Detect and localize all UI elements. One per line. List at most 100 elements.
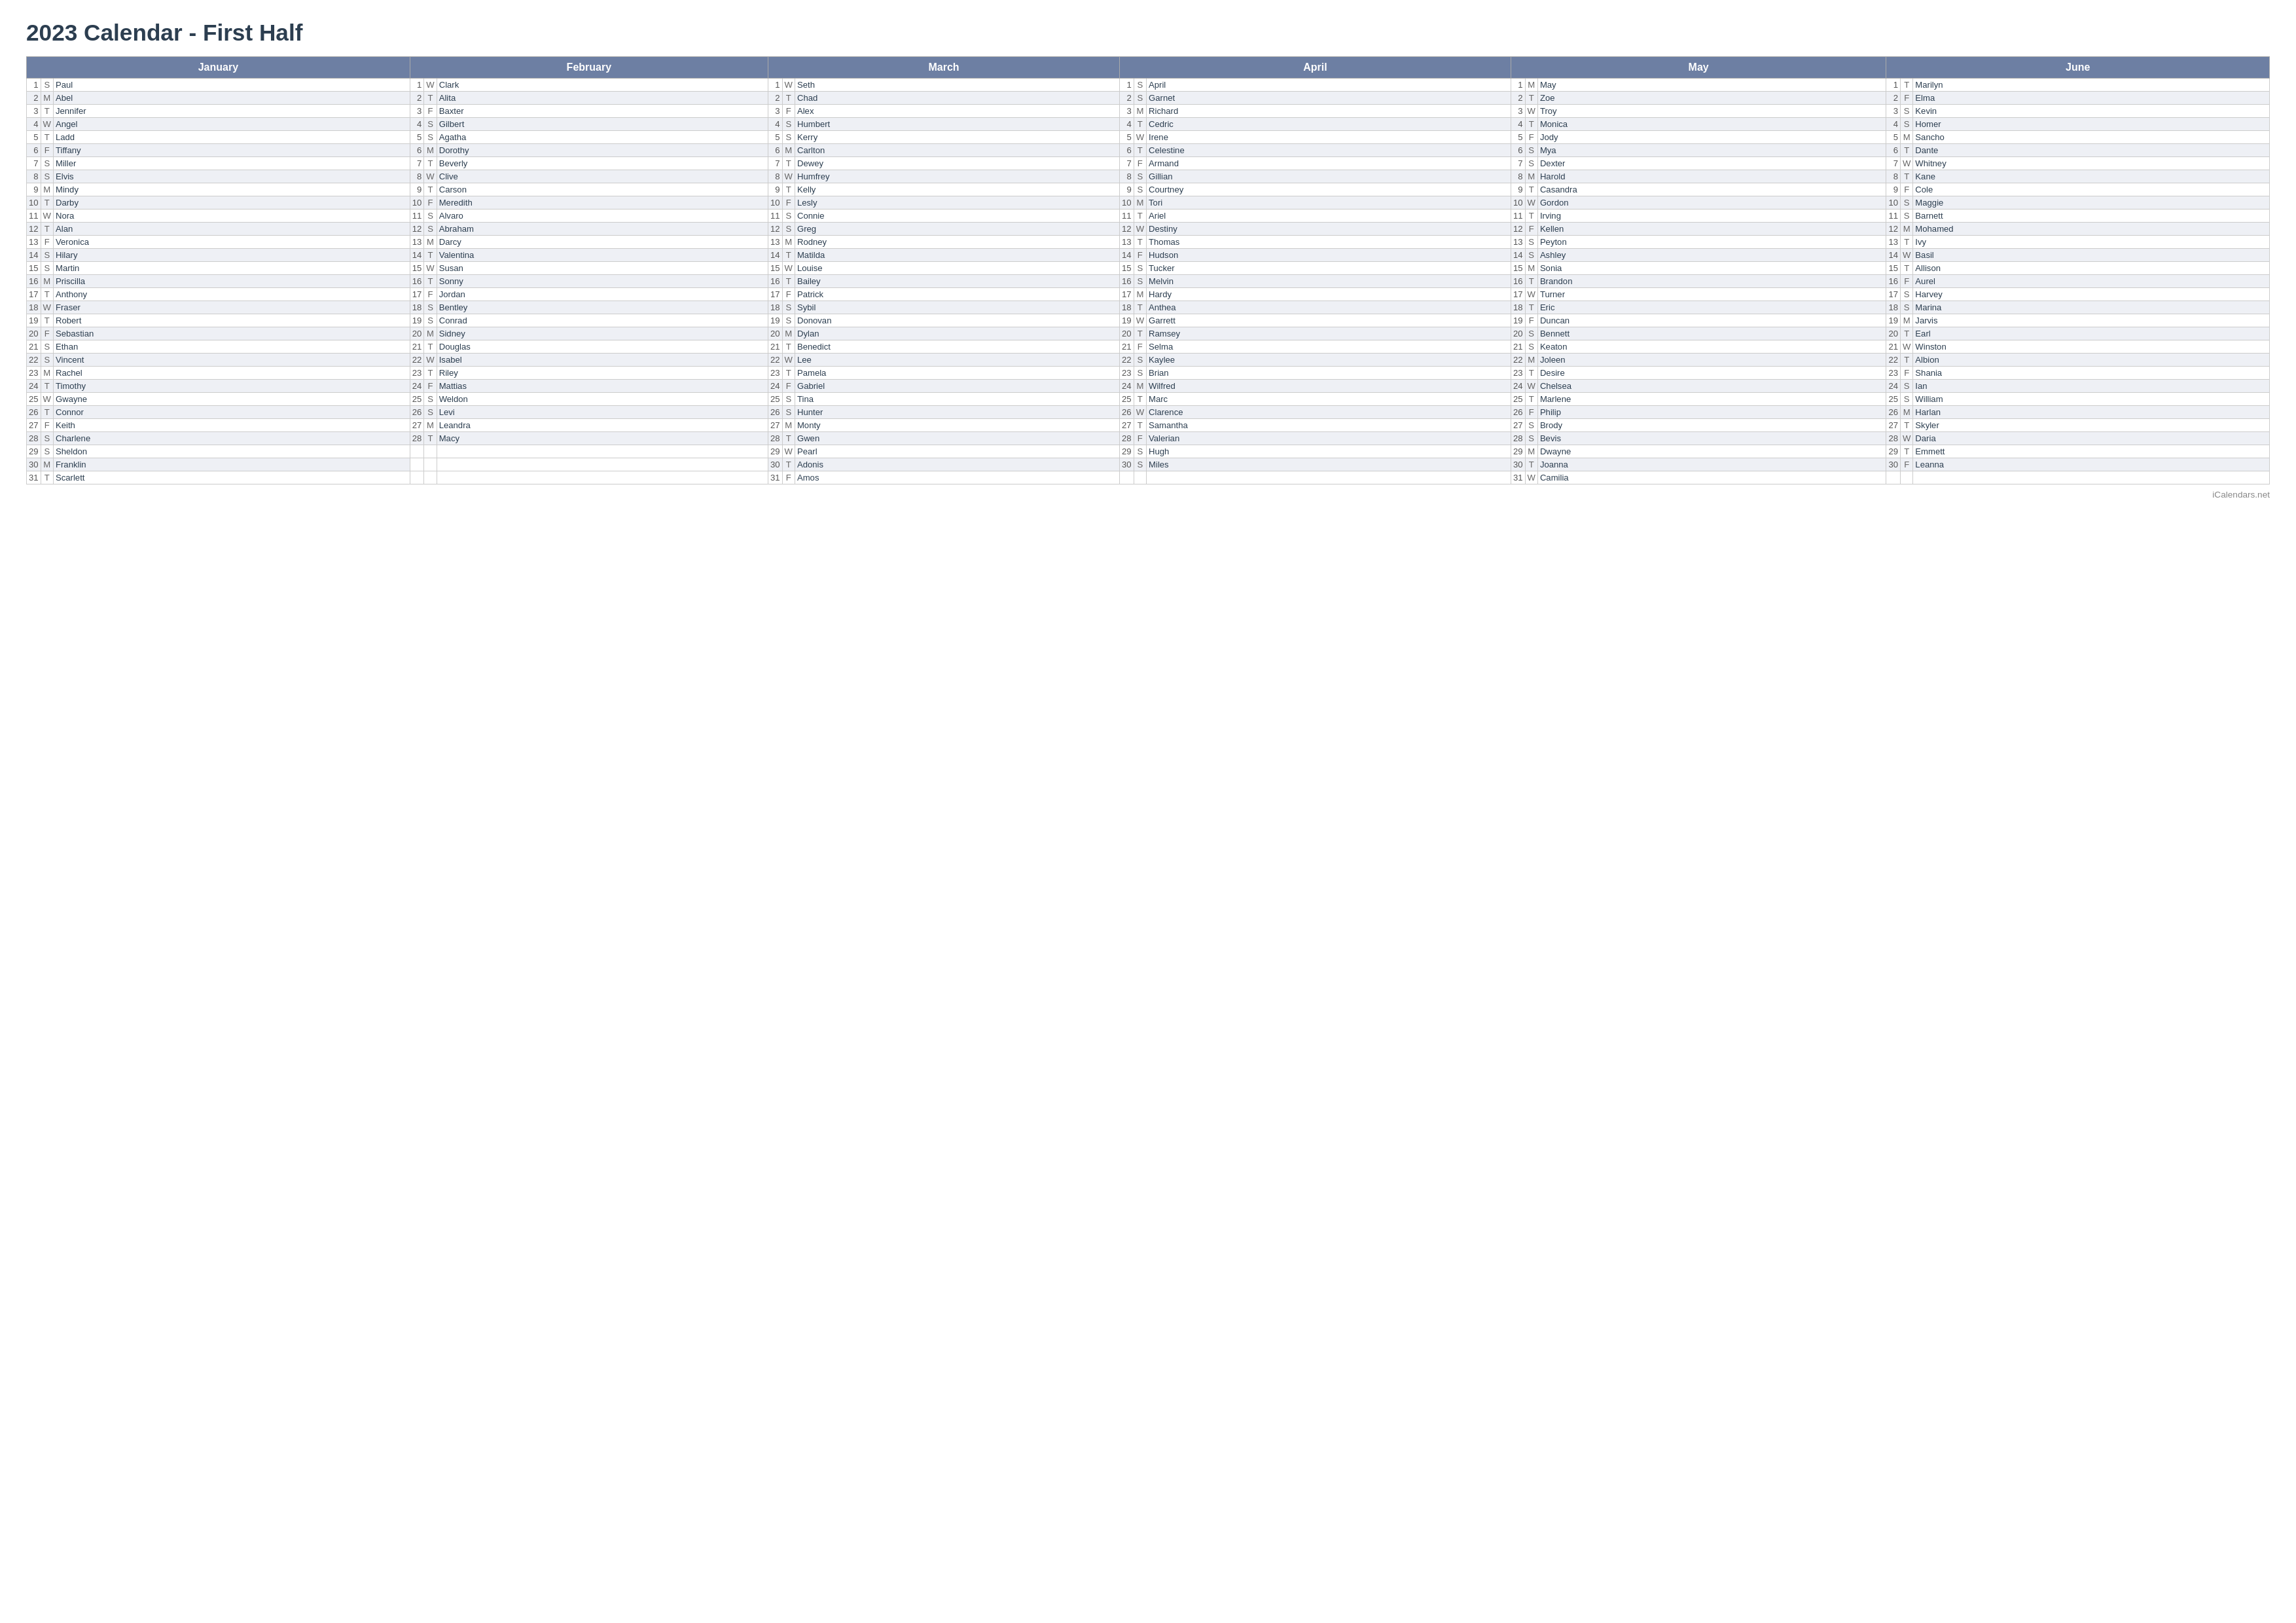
day-name: Gwayne xyxy=(53,393,410,406)
day-number: 9 xyxy=(410,183,424,196)
day-number: 23 xyxy=(1120,367,1134,380)
day-name: Melvin xyxy=(1147,275,1511,288)
day-letter: M xyxy=(41,183,53,196)
day-number: 13 xyxy=(1886,236,1901,249)
day-number: 27 xyxy=(410,419,424,432)
day-letter: S xyxy=(1134,275,1146,288)
day-number: 10 xyxy=(410,196,424,210)
day-name: Tiffany xyxy=(53,144,410,157)
day-number: 6 xyxy=(1886,144,1901,157)
day-number: 21 xyxy=(1886,340,1901,354)
day-letter: S xyxy=(41,262,53,275)
day-letter: M xyxy=(1525,79,1537,92)
table-row: 2MAbel2TAlita2TChad2SGarnet2TZoe2FElma xyxy=(27,92,2270,105)
day-name: Marc xyxy=(1147,393,1511,406)
day-number: 13 xyxy=(1511,236,1525,249)
day-number: 22 xyxy=(1120,354,1134,367)
day-letter: T xyxy=(782,157,795,170)
day-name: Dewey xyxy=(795,157,1119,170)
day-number: 21 xyxy=(27,340,41,354)
day-letter: S xyxy=(41,432,53,445)
table-row: 25WGwayne25SWeldon25STina25TMarc25TMarle… xyxy=(27,393,2270,406)
day-number: 18 xyxy=(1886,301,1901,314)
day-number: 5 xyxy=(27,131,41,144)
day-letter: T xyxy=(41,131,53,144)
day-letter: M xyxy=(782,419,795,432)
day-letter: W xyxy=(1900,157,1912,170)
day-letter: W xyxy=(1525,471,1537,484)
day-name: Irving xyxy=(1537,210,1886,223)
day-name: Gwen xyxy=(795,432,1119,445)
day-letter: W xyxy=(424,79,437,92)
day-name: Dylan xyxy=(795,327,1119,340)
day-name: Armand xyxy=(1147,157,1511,170)
day-number: 23 xyxy=(1511,367,1525,380)
day-letter: W xyxy=(782,79,795,92)
day-name: Sancho xyxy=(1913,131,2270,144)
day-number: 4 xyxy=(1886,118,1901,131)
day-name: Darcy xyxy=(437,236,768,249)
empty-cell xyxy=(437,458,768,471)
table-row: 4WAngel4SGilbert4SHumbert4TCedric4TMonic… xyxy=(27,118,2270,131)
day-name: Barnett xyxy=(1913,210,2270,223)
day-letter: F xyxy=(41,327,53,340)
day-letter: T xyxy=(41,471,53,484)
day-name: Hudson xyxy=(1147,249,1511,262)
day-letter: M xyxy=(1900,131,1912,144)
day-letter: T xyxy=(782,458,795,471)
day-letter: M xyxy=(424,236,437,249)
empty-cell xyxy=(410,471,424,484)
day-name: Bentley xyxy=(437,301,768,314)
day-number: 19 xyxy=(1511,314,1525,327)
day-name: Donovan xyxy=(795,314,1119,327)
day-name: Alita xyxy=(437,92,768,105)
day-letter: F xyxy=(1900,275,1912,288)
day-number: 14 xyxy=(768,249,782,262)
day-letter: W xyxy=(424,262,437,275)
day-letter: W xyxy=(41,118,53,131)
day-letter: M xyxy=(782,236,795,249)
day-name: Hunter xyxy=(795,406,1119,419)
month-header-apr: April xyxy=(1120,57,1511,79)
day-letter: M xyxy=(424,419,437,432)
day-name: Benedict xyxy=(795,340,1119,354)
day-letter: T xyxy=(41,223,53,236)
day-letter: M xyxy=(1134,105,1146,118)
day-letter: S xyxy=(1525,249,1537,262)
day-letter: W xyxy=(1900,249,1912,262)
day-number: 15 xyxy=(1886,262,1901,275)
month-header-mar: March xyxy=(768,57,1119,79)
table-row: 10TDarby10FMeredith10FLesly10MTori10WGor… xyxy=(27,196,2270,210)
day-number: 31 xyxy=(27,471,41,484)
day-number: 28 xyxy=(1511,432,1525,445)
day-number: 19 xyxy=(1120,314,1134,327)
day-name: Hilary xyxy=(53,249,410,262)
day-name: Agatha xyxy=(437,131,768,144)
day-name: Douglas xyxy=(437,340,768,354)
day-name: Ladd xyxy=(53,131,410,144)
day-number: 26 xyxy=(410,406,424,419)
day-name: Sonny xyxy=(437,275,768,288)
day-number: 7 xyxy=(1120,157,1134,170)
day-letter: S xyxy=(782,223,795,236)
day-letter: M xyxy=(41,367,53,380)
day-number: 10 xyxy=(1886,196,1901,210)
empty-cell xyxy=(1134,471,1146,484)
day-number: 25 xyxy=(410,393,424,406)
day-name: Rodney xyxy=(795,236,1119,249)
day-number: 14 xyxy=(1511,249,1525,262)
day-name: Richard xyxy=(1147,105,1511,118)
day-letter: T xyxy=(782,432,795,445)
day-letter: T xyxy=(1134,393,1146,406)
table-row: 20FSebastian20MSidney20MDylan20TRamsey20… xyxy=(27,327,2270,340)
day-number: 23 xyxy=(27,367,41,380)
day-name: Gillian xyxy=(1147,170,1511,183)
day-number: 5 xyxy=(410,131,424,144)
day-letter: T xyxy=(1134,301,1146,314)
day-letter: S xyxy=(41,170,53,183)
day-number: 6 xyxy=(410,144,424,157)
day-number: 5 xyxy=(768,131,782,144)
day-letter: T xyxy=(1525,458,1537,471)
day-name: Carson xyxy=(437,183,768,196)
table-row: 23MRachel23TRiley23TPamela23SBrian23TDes… xyxy=(27,367,2270,380)
